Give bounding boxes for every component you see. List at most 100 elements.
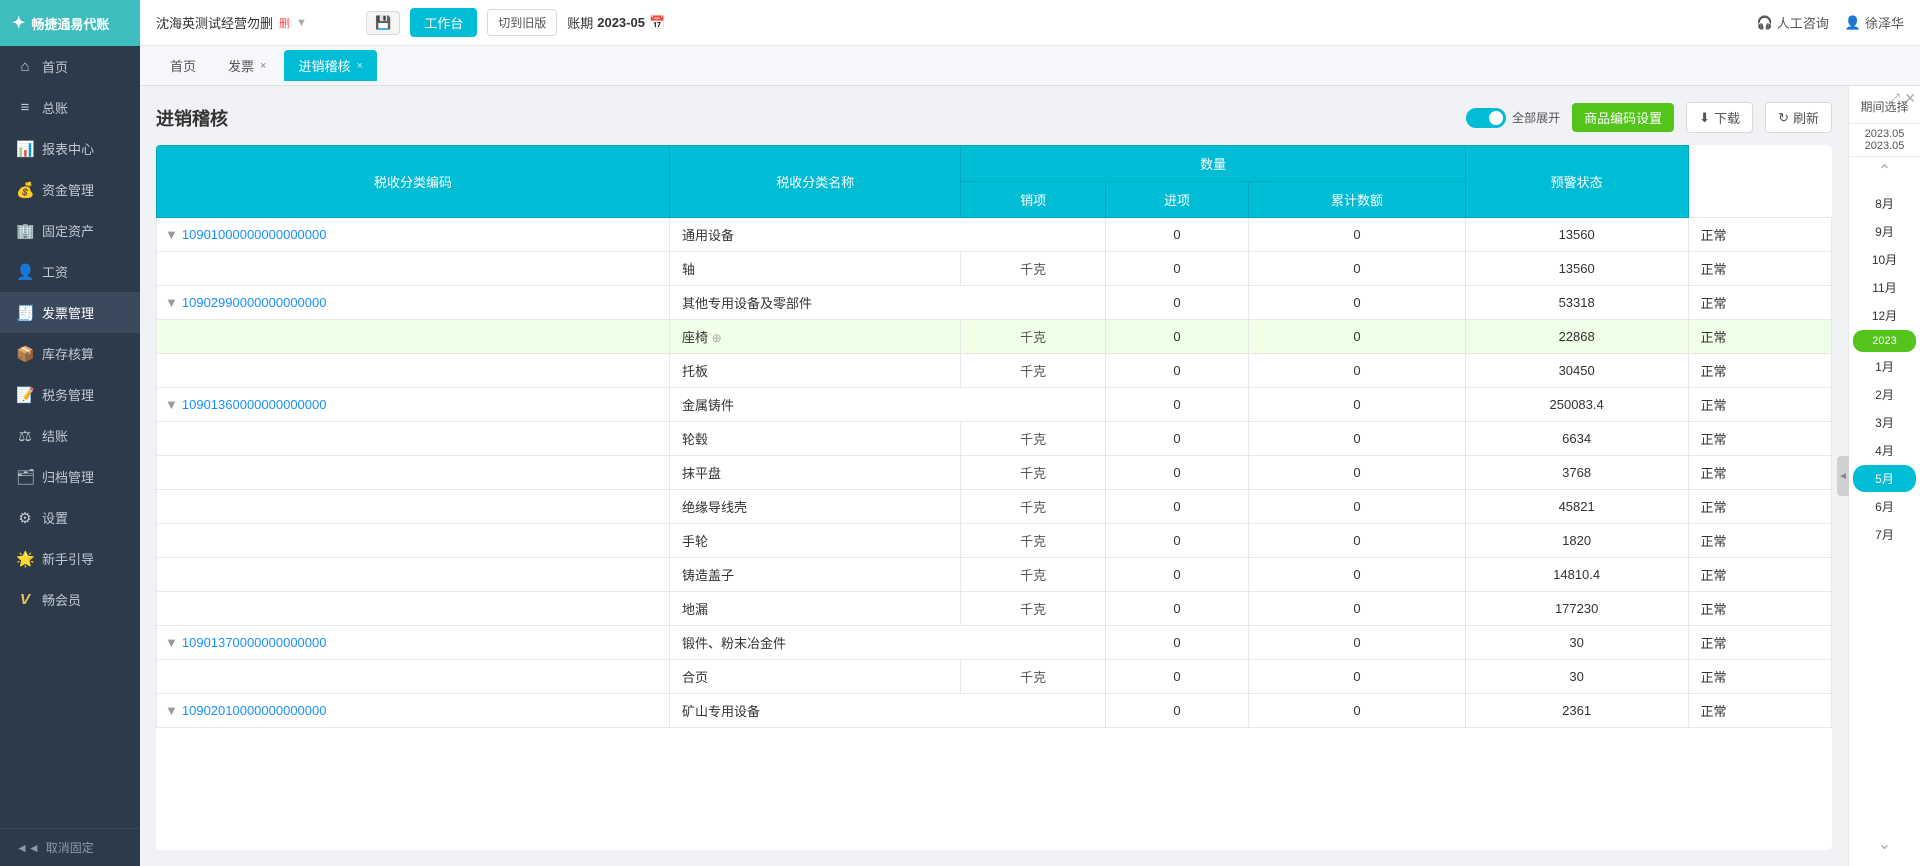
app-name: 畅捷通易代账 [31, 14, 109, 33]
workbench-button[interactable]: 工作台 [410, 8, 477, 37]
data-table-container: 税收分类编码 税收分类名称 数量 预警状态 销项 进项 累计数额 ▼10 [156, 145, 1832, 850]
sidebar-item-settle[interactable]: ⚖ 结账 [0, 415, 140, 456]
settings-icon: ⚙ [16, 509, 34, 527]
period-month-1[interactable]: 1月 [1853, 353, 1916, 380]
panel-toggle-btn[interactable]: ◄ [1837, 456, 1849, 496]
warning-cell: 正常 [1688, 218, 1831, 252]
panel-expand-btn[interactable]: ⤢ [1889, 90, 1900, 107]
sales-out-cell: 0 [1105, 490, 1248, 524]
col-sales-out: 销项 [961, 182, 1105, 218]
refresh-icon: ↻ [1778, 110, 1789, 126]
purchase-in-cell: 0 [1249, 694, 1466, 728]
sidebar-item-fund[interactable]: 💰 资金管理 [0, 169, 140, 210]
tab-invoice-label: 发票 [228, 56, 254, 75]
tab-reconcile-close[interactable]: × [356, 60, 362, 72]
sidebar-item-report[interactable]: 📊 报表中心 [0, 128, 140, 169]
sidebar-item-assets[interactable]: 🏢 固定资产 [0, 210, 140, 251]
calendar-icon[interactable]: 📅 [649, 15, 665, 31]
user-menu[interactable]: 👤 徐泽华 [1845, 13, 1904, 32]
tab-invoice[interactable]: 发票 × [214, 50, 280, 81]
sales-out-cell: 0 [1105, 320, 1248, 354]
tax-name-cell: 座椅 ⊕ [670, 320, 961, 354]
collapse-icon[interactable]: ▼ [165, 635, 178, 650]
tax-code-cell [157, 524, 670, 558]
stock-icon: 📦 [16, 345, 34, 363]
period-month-2[interactable]: 2月 [1853, 381, 1916, 408]
sales-out-cell: 0 [1105, 286, 1248, 320]
sidebar-item-label: 首页 [42, 57, 68, 76]
company-selector[interactable]: 沈海英测试经营勿删 删 ▼ [156, 13, 356, 32]
sidebar-item-guide[interactable]: 🌟 新手引导 [0, 538, 140, 579]
table-row: 地漏 千克 0 0 177230 正常 [157, 592, 1832, 626]
expand-switch[interactable] [1466, 108, 1506, 128]
period-month-5[interactable]: 5月 [1853, 465, 1916, 492]
total-cell: 1820 [1465, 524, 1688, 558]
table-row: ▼10901370000000000000 锻件、粉末冶金件 0 0 30 正常 [157, 626, 1832, 660]
total-cell: 6634 [1465, 422, 1688, 456]
sidebar-item-home[interactable]: ⌂ 首页 [0, 46, 140, 87]
app-logo: ✦ 畅捷通易代账 [0, 0, 140, 46]
download-icon: ⬇ [1699, 110, 1710, 126]
purchase-in-cell: 0 [1249, 626, 1466, 660]
period-month-10[interactable]: 10月 [1853, 246, 1916, 273]
right-panel: ◄ ✕ ⤢ 期间选择 2023.05 2023.05 ⌃ 8月 9月 10月 1… [1848, 86, 1920, 866]
purchase-in-cell: 0 [1249, 422, 1466, 456]
period-month-4[interactable]: 4月 [1853, 437, 1916, 464]
search-icon[interactable]: ⊕ [712, 331, 722, 345]
collapse-icon[interactable]: ▼ [165, 703, 178, 718]
col-total-qty: 累计数额 [1249, 182, 1466, 218]
tab-reconcile[interactable]: 进销稽核 × [284, 50, 376, 81]
warning-cell: 正常 [1688, 354, 1831, 388]
sidebar-item-stock[interactable]: 📦 库存核算 [0, 333, 140, 374]
collapse-icon[interactable]: ▼ [165, 295, 178, 310]
sidebar-item-tax[interactable]: 📝 税务管理 [0, 374, 140, 415]
salary-icon: 👤 [16, 263, 34, 281]
collapse-icon[interactable]: ▼ [165, 397, 178, 412]
period-down-btn[interactable]: ⌄ [1849, 830, 1920, 858]
purchase-in-cell: 0 [1249, 218, 1466, 252]
download-button[interactable]: ⬇ 下载 [1686, 102, 1753, 133]
support-button[interactable]: 🎧 人工咨询 [1757, 13, 1829, 32]
table-row: 抹平盘 千克 0 0 3768 正常 [157, 456, 1832, 490]
guide-icon: 🌟 [16, 550, 34, 568]
sidebar-item-label: 归档管理 [42, 467, 94, 486]
period-month-8[interactable]: 8月 [1853, 190, 1916, 217]
table-row: 手轮 千克 0 0 1820 正常 [157, 524, 1832, 558]
tab-invoice-close[interactable]: × [260, 60, 266, 72]
save-button[interactable]: 💾 [366, 11, 400, 35]
product-code-button[interactable]: 商品编码设置 [1572, 103, 1674, 132]
sidebar-item-archive[interactable]: 🗂 归档管理 [0, 456, 140, 497]
tax-name-cell: 合页 [670, 660, 961, 694]
table-row[interactable]: 座椅 ⊕ 千克 0 0 22868 正常 [157, 320, 1832, 354]
period-label: 账期 [567, 13, 593, 32]
collapse-icon[interactable]: ▼ [165, 227, 178, 242]
period-month-9[interactable]: 9月 [1853, 218, 1916, 245]
warning-cell: 正常 [1688, 490, 1831, 524]
refresh-button[interactable]: ↻ 刷新 [1765, 102, 1832, 133]
expand-toggle: 全部展开 [1466, 108, 1560, 128]
sales-out-cell: 0 [1105, 592, 1248, 626]
sidebar-item-invoice[interactable]: 🧾 发票管理 [0, 292, 140, 333]
period-month-11[interactable]: 11月 [1853, 274, 1916, 301]
sidebar-item-label: 工资 [42, 262, 68, 281]
period-month-3[interactable]: 3月 [1853, 409, 1916, 436]
oldver-button[interactable]: 切到旧版 [487, 9, 557, 36]
sidebar-item-member[interactable]: V 畅会员 [0, 579, 140, 620]
warning-cell: 正常 [1688, 252, 1831, 286]
sidebar-pin-toggle[interactable]: ◄◄ 取消固定 [0, 828, 140, 866]
period-display-2: 2023.05 [1865, 140, 1905, 152]
support-icon: 🎧 [1757, 15, 1773, 31]
period-month-6[interactable]: 6月 [1853, 493, 1916, 520]
sidebar-item-settings[interactable]: ⚙ 设置 [0, 497, 140, 538]
period-month-12[interactable]: 12月 [1853, 302, 1916, 329]
tax-name-cell: 地漏 [670, 592, 961, 626]
sidebar-item-salary[interactable]: 👤 工资 [0, 251, 140, 292]
panel-close-btn[interactable]: ✕ [1904, 90, 1916, 107]
tax-code-cell: ▼10902990000000000000 [157, 286, 670, 320]
unit-cell: 千克 [961, 660, 1105, 694]
sidebar-item-ledger[interactable]: ≡ 总账 [0, 87, 140, 128]
period-display: 账期 2023-05 📅 [567, 13, 665, 32]
tab-home[interactable]: 首页 [156, 50, 210, 81]
period-month-7[interactable]: 7月 [1853, 521, 1916, 548]
period-up-btn[interactable]: ⌃ [1849, 157, 1920, 185]
